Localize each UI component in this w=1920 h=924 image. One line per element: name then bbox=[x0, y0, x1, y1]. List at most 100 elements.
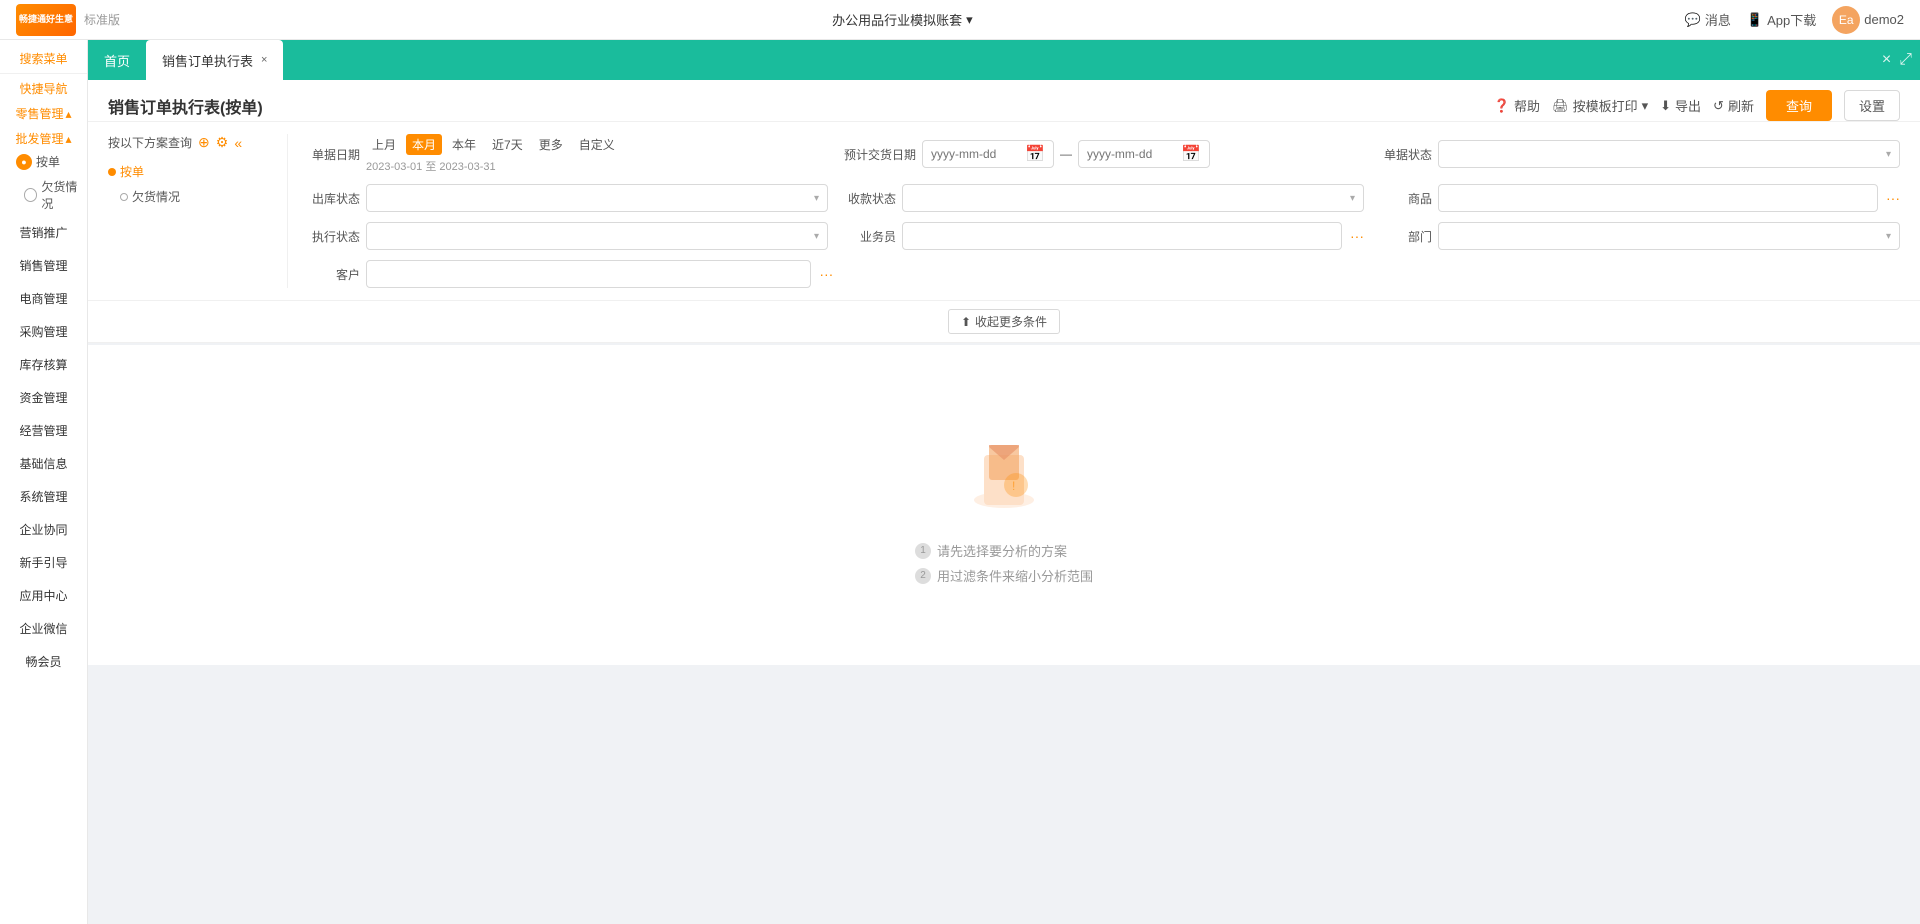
calendar-icon-2: 📅 bbox=[1181, 144, 1201, 164]
sidebar-item-debt[interactable]: 欠货情况 bbox=[0, 174, 87, 216]
sidebar-enterprise-label: 企业协同 bbox=[19, 521, 67, 538]
date-tab-this-month[interactable]: 本月 bbox=[406, 134, 442, 155]
filter-row-4: 客户 ··· bbox=[308, 260, 1900, 288]
refresh-button[interactable]: ↺ 刷新 bbox=[1713, 96, 1754, 115]
date-tab-custom[interactable]: 自定义 bbox=[573, 134, 621, 155]
sidebar-sales-label: 销售管理 bbox=[19, 257, 67, 274]
scheme-item-press-order[interactable]: 按单 bbox=[108, 159, 271, 184]
scheme-item-debt[interactable]: 欠货情况 bbox=[108, 184, 271, 209]
sidebar-item-sales[interactable]: 销售管理 bbox=[0, 249, 87, 282]
goods-input[interactable] bbox=[1438, 184, 1878, 212]
sidebar-item-operations[interactable]: 经营管理 bbox=[0, 414, 87, 447]
scheme-add-icon[interactable]: ⊕ bbox=[198, 134, 210, 151]
filter-salesperson-field: 业务员 ··· bbox=[844, 222, 1364, 250]
tab-sales-order[interactable]: 销售订单执行表 × bbox=[146, 40, 283, 80]
sidebar-item-finance[interactable]: 资金管理 bbox=[0, 381, 87, 414]
settings-button[interactable]: 设置 bbox=[1844, 90, 1900, 121]
print-button[interactable]: 🖨 按模板打印 ▾ bbox=[1552, 96, 1648, 115]
scheme-collapse-icon[interactable]: « bbox=[234, 135, 242, 151]
sidebar-inventory-label: 库存核算 bbox=[19, 356, 67, 373]
salesperson-ellipsis-icon[interactable]: ··· bbox=[1350, 228, 1364, 244]
calendar-icon: 📅 bbox=[1025, 144, 1045, 164]
sidebar-item-basic[interactable]: 基础信息 bbox=[0, 447, 87, 480]
tab-bar: 首页 销售订单执行表 × × ⤢ bbox=[88, 40, 1920, 80]
date-range-text: 2023-03-01 至 2023-03-31 bbox=[366, 158, 828, 174]
home-tab-label: 首页 bbox=[104, 51, 130, 70]
export-button[interactable]: ⬇ 导出 bbox=[1660, 96, 1701, 115]
message-icon: 💬 bbox=[1685, 12, 1701, 28]
sidebar-basic-label: 基础信息 bbox=[19, 455, 67, 472]
delivery-status-label: 出库状态 bbox=[308, 190, 360, 207]
sidebar-item-system[interactable]: 系统管理 bbox=[0, 480, 87, 513]
collapse-button[interactable]: ⬆ 收起更多条件 bbox=[948, 309, 1060, 334]
help-icon: ❓ bbox=[1494, 98, 1510, 114]
print-chevron-icon: ▾ bbox=[1642, 98, 1649, 114]
delivery-status-select[interactable]: ▾ bbox=[366, 184, 828, 212]
app-download-button[interactable]: 📱 App下载 bbox=[1747, 10, 1816, 29]
expected-date-end-input[interactable] bbox=[1087, 147, 1177, 161]
exec-status-select[interactable]: ▾ bbox=[366, 222, 828, 250]
sidebar-item-inventory[interactable]: 库存核算 bbox=[0, 348, 87, 381]
date-tab-more[interactable]: 更多 bbox=[533, 134, 569, 155]
sidebar-item-ecommerce[interactable]: 电商管理 bbox=[0, 282, 87, 315]
sidebar-item-retail[interactable]: 零售管理 ▴ bbox=[0, 99, 87, 124]
department-select[interactable]: ▾ bbox=[1438, 222, 1900, 250]
doc-status-select[interactable]: ▾ bbox=[1438, 140, 1900, 168]
sidebar-item-wechat[interactable]: 企业微信 bbox=[0, 612, 87, 645]
sidebar-ecommerce-label: 电商管理 bbox=[19, 290, 67, 307]
sidebar-item-vip[interactable]: 畅会员 bbox=[0, 645, 87, 678]
sidebar-wechat-label: 企业微信 bbox=[19, 620, 67, 637]
filter-panel: 按以下方案查询 ⊕ ⚙ « 按单 欠货情况 bbox=[88, 122, 1920, 301]
logo-subtitle: 标准版 bbox=[84, 11, 120, 28]
sidebar-wholesale-label: 批发管理 bbox=[15, 130, 63, 147]
expected-date-end-wrap[interactable]: 📅 bbox=[1078, 140, 1210, 168]
page-title: 销售订单执行表(按单) bbox=[108, 94, 263, 118]
date-tab-7days[interactable]: 近7天 bbox=[486, 134, 529, 155]
help-button[interactable]: ❓ 帮助 bbox=[1494, 96, 1540, 115]
expected-date-label: 预计交货日期 bbox=[844, 146, 916, 163]
delivery-chevron-icon: ▾ bbox=[814, 193, 819, 204]
sidebar-item-purchase[interactable]: 采购管理 bbox=[0, 315, 87, 348]
sidebar-search[interactable]: 搜索菜单 bbox=[0, 40, 87, 74]
sidebar-item-press-order[interactable]: ● 按单 bbox=[0, 149, 87, 174]
sidebar-debt-label: 欠货情况 bbox=[41, 178, 87, 212]
sidebar-item-wholesale[interactable]: 批发管理 ▴ bbox=[0, 124, 87, 149]
customer-ellipsis-icon[interactable]: ··· bbox=[819, 266, 833, 282]
messages-button[interactable]: 💬 消息 bbox=[1685, 10, 1731, 29]
tab-home[interactable]: 首页 bbox=[88, 40, 146, 80]
payment-status-select[interactable]: ▾ bbox=[902, 184, 1364, 212]
tab-minimize-icon[interactable]: × bbox=[1882, 51, 1891, 69]
topbar-left: 畅捷通好生意 标准版 bbox=[16, 4, 120, 36]
user-menu[interactable]: Ea demo2 bbox=[1832, 6, 1904, 34]
empty-tip-2: 2 用过滤条件来缩小分析范围 bbox=[915, 566, 1093, 585]
expected-date-start-input[interactable] bbox=[931, 147, 1021, 161]
collapse-bar: ⬆ 收起更多条件 bbox=[88, 301, 1920, 343]
sidebar-item-marketing[interactable]: 营销推广 bbox=[0, 216, 87, 249]
filter-date-field: 单据日期 上月 本月 本年 近7天 更多 自定义 bbox=[308, 134, 828, 174]
scheme-settings-icon[interactable]: ⚙ bbox=[216, 134, 229, 151]
filter-goods-field: 商品 ··· bbox=[1380, 184, 1900, 212]
expected-date-start-wrap[interactable]: 📅 bbox=[922, 140, 1054, 168]
svg-text:!: ! bbox=[1012, 479, 1015, 493]
sidebar-quick-nav[interactable]: 快捷导航 bbox=[0, 74, 87, 99]
sidebar-item-enterprise[interactable]: 企业协同 bbox=[0, 513, 87, 546]
date-tab-this-year[interactable]: 本年 bbox=[446, 134, 482, 155]
filter-main: 按以下方案查询 ⊕ ⚙ « 按单 欠货情况 bbox=[108, 134, 1900, 288]
tab-maximize-icon[interactable]: ⤢ bbox=[1899, 51, 1912, 69]
date-tab-last-month[interactable]: 上月 bbox=[366, 134, 402, 155]
sidebar-item-newbie[interactable]: 新手引导 bbox=[0, 546, 87, 579]
doc-status-chevron-icon: ▾ bbox=[1886, 149, 1891, 160]
sidebar-item-appstore[interactable]: 应用中心 bbox=[0, 579, 87, 612]
query-button[interactable]: 查询 bbox=[1766, 90, 1832, 121]
filter-customer-field: 客户 ··· bbox=[308, 260, 833, 288]
tab-close-icon[interactable]: × bbox=[261, 54, 267, 66]
filter-doc-status-field: 单据状态 ▾ bbox=[1380, 140, 1900, 168]
page-container: 销售订单执行表(按单) ❓ 帮助 🖨 按模板打印 ▾ ⬇ 导出 bbox=[88, 80, 1920, 924]
scheme-title: 按以下方案查询 ⊕ ⚙ « bbox=[108, 134, 271, 151]
app-title[interactable]: 办公用品行业模拟账套 ▾ bbox=[832, 10, 973, 29]
goods-ellipsis-icon[interactable]: ··· bbox=[1886, 190, 1900, 206]
salesperson-input[interactable] bbox=[902, 222, 1342, 250]
filter-row-2: 出库状态 ▾ 收款状态 ▾ bbox=[308, 184, 1900, 212]
customer-input[interactable] bbox=[366, 260, 811, 288]
filter-fields: 单据日期 上月 本月 本年 近7天 更多 自定义 bbox=[308, 134, 1900, 288]
